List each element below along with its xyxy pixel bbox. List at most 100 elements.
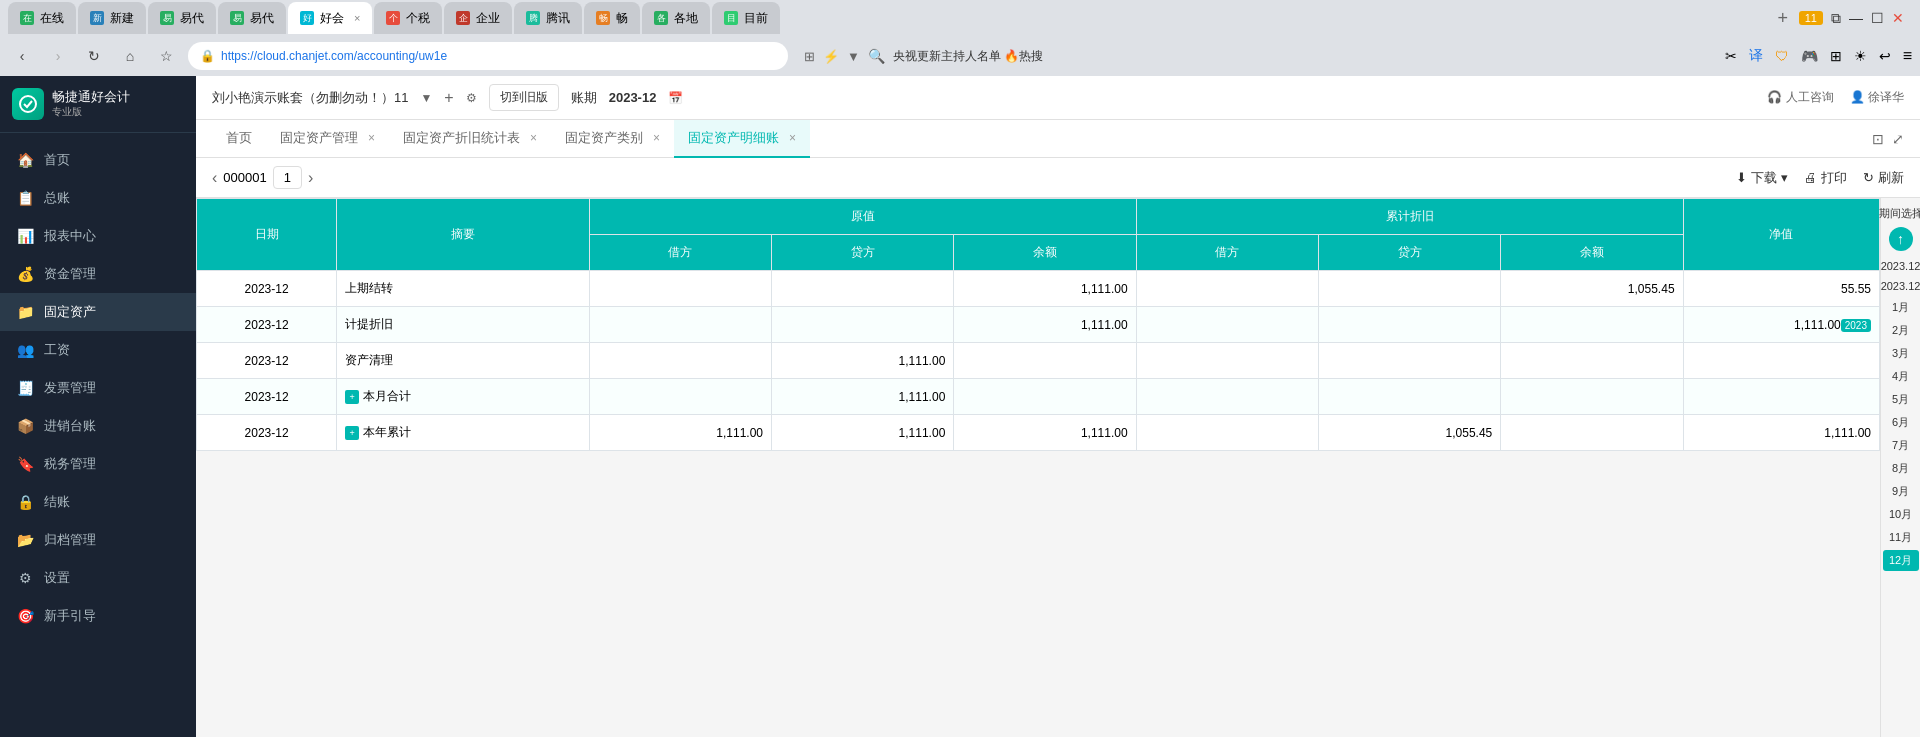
sidebar-item-payroll[interactable]: 👥工资 [0,331,196,369]
sidebar-item-tax[interactable]: 🔖税务管理 [0,445,196,483]
page-tab-fixed-asset-detail[interactable]: 固定资产明细账× [674,120,810,158]
home-button[interactable]: ⌂ [116,42,144,70]
page-tab-close-fixed-asset-mgmt[interactable]: × [368,131,375,145]
sidebar-subtitle: 专业版 [52,105,130,119]
window-minimize[interactable]: — [1849,10,1863,26]
col-orig-credit: 贷方 [772,235,954,271]
window-close[interactable]: ✕ [1892,10,1904,26]
period-item-6[interactable]: 5月 [1888,389,1913,410]
period-item-4[interactable]: 3月 [1888,343,1913,364]
sidebar-item-purchase-sales[interactable]: 📦进销台账 [0,407,196,445]
new-tab-button[interactable]: + [1769,4,1797,32]
forward-button[interactable]: › [44,42,72,70]
back-history-icon[interactable]: ↩ [1879,48,1891,64]
refresh-button[interactable]: ↻ 刷新 [1863,169,1904,187]
tab-fullscreen-exit[interactable]: ⊡ [1872,131,1884,147]
period-item-2[interactable]: 1月 [1888,297,1913,318]
sidebar-item-guide[interactable]: 🎯新手引导 [0,597,196,635]
menu-icon[interactable]: ≡ [1903,47,1912,65]
page-tab-close-fixed-asset-depr-stat[interactable]: × [530,131,537,145]
address-extra-icon1[interactable]: ⊞ [804,49,815,64]
period-item-0[interactable]: 2023.12 [1877,257,1920,275]
add-icon[interactable]: + [444,89,453,107]
page-tab-fixed-asset-mgmt[interactable]: 固定资产管理× [266,120,389,158]
page-tab-close-fixed-asset-detail[interactable]: × [789,131,796,145]
back-button[interactable]: ‹ [8,42,36,70]
period-item-12[interactable]: 11月 [1885,527,1916,548]
table-cell: 2023-12 [197,271,337,307]
period-item-11[interactable]: 10月 [1885,504,1916,525]
account-dropdown[interactable]: ▼ [420,91,432,105]
tab-close-haohao[interactable]: × [354,12,360,24]
sidebar-item-ledger[interactable]: 📋总账 [0,179,196,217]
address-extra-icon2[interactable]: ⚡ [823,49,839,64]
period-item-7[interactable]: 6月 [1888,412,1913,433]
browser-window-controls: 11 ⧉ — ☐ ✕ [1799,10,1912,27]
sidebar-item-settings[interactable]: ⚙设置 [0,559,196,597]
next-page-button[interactable]: › [308,169,313,187]
page-tab-fixed-asset-category[interactable]: 固定资产类别× [551,120,674,158]
translate-icon[interactable]: 译 [1749,47,1763,65]
download-button[interactable]: ⬇ 下载 ▾ [1736,169,1788,187]
browser-tab-mubiao[interactable]: 目目前 [712,2,780,34]
print-button[interactable]: 🖨 打印 [1804,169,1847,187]
address-dropdown[interactable]: ▼ [847,49,860,64]
bookmark-button[interactable]: ☆ [152,42,180,70]
window-maximize[interactable]: ☐ [1871,10,1884,26]
table-cell [589,379,771,415]
sidebar-item-funds[interactable]: 💰资金管理 [0,255,196,293]
prev-page-button[interactable]: ‹ [212,169,217,187]
period-item-9[interactable]: 8月 [1888,458,1913,479]
period-item-5[interactable]: 4月 [1888,366,1913,387]
scissors-icon[interactable]: ✂ [1725,48,1737,64]
refresh-button[interactable]: ↻ [80,42,108,70]
search-text[interactable]: 央视更新主持人名单 🔥热搜 [893,48,1043,65]
tab-favicon-qiye: 企 [456,11,470,25]
page-tab-fixed-asset-depr-stat[interactable]: 固定资产折旧统计表× [389,120,551,158]
sidebar-item-archive[interactable]: 📂归档管理 [0,521,196,559]
sidebar-item-invoice[interactable]: 🧾发票管理 [0,369,196,407]
period-item-13[interactable]: 12月 [1883,550,1919,571]
page-tab-close-fixed-asset-category[interactable]: × [653,131,660,145]
table-cell [772,271,954,307]
customer-service[interactable]: 🎧 人工咨询 [1767,89,1833,106]
user-avatar[interactable]: 👤 徐译华 [1850,89,1904,106]
browser-tab-yidai2[interactable]: 易易代 [218,2,286,34]
browser-tab-gedi[interactable]: 各各地 [642,2,710,34]
sidebar-item-reports[interactable]: 📊报表中心 [0,217,196,255]
extension-icon2[interactable]: 🎮 [1801,48,1818,64]
settings-icon[interactable]: ⚙ [466,91,477,105]
browser-tab-geshui[interactable]: 个个税 [374,2,442,34]
window-restore[interactable]: ⧉ [1831,10,1841,27]
sidebar-item-fixed-assets[interactable]: 📁固定资产 [0,293,196,331]
address-input[interactable]: 🔒 https://cloud.chanjet.com/accounting/u… [188,42,788,70]
browser-tab-xin[interactable]: 新新建 [78,2,146,34]
page-tab-home[interactable]: 首页 [212,120,266,158]
scroll-up-button[interactable]: ↑ [1889,227,1913,251]
period-item-3[interactable]: 2月 [1888,320,1913,341]
browser-tab-yidai1[interactable]: 易易代 [148,2,216,34]
browser-tab-zaixian[interactable]: 在在线 [8,2,76,34]
period-item-10[interactable]: 9月 [1888,481,1913,502]
switch-version-button[interactable]: 切到旧版 [489,84,559,111]
browser-tab-chang[interactable]: 畅畅 [584,2,640,34]
sidebar-item-home[interactable]: 🏠首页 [0,141,196,179]
nav-label-purchase-sales: 进销台账 [44,417,96,435]
nav-label-ledger: 总账 [44,189,70,207]
browser-tab-qiye[interactable]: 企企业 [444,2,512,34]
browser-tab-haohao[interactable]: 好好会× [288,2,372,34]
browser-tab-tengxun[interactable]: 腾腾讯 [514,2,582,34]
table-cell [1136,343,1318,379]
main-content: 刘小艳演示账套（勿删勿动！）11 ▼ + ⚙ 切到旧版 账期 2023-12 📅… [196,76,1920,737]
extension-icon1[interactable]: 🛡 [1775,48,1789,64]
brightness-icon[interactable]: ☀ [1854,48,1867,64]
period-item-1[interactable]: 2023.12 [1877,277,1920,295]
sidebar-item-closing[interactable]: 🔒结账 [0,483,196,521]
table-cell-net-value: 1,111.002023 [1683,307,1879,343]
calendar-icon[interactable]: 📅 [668,91,683,105]
tab-expand[interactable]: ⤢ [1892,131,1904,147]
table-cell [1318,379,1500,415]
download-dropdown[interactable]: ▾ [1781,170,1788,185]
apps-icon[interactable]: ⊞ [1830,48,1842,64]
period-item-8[interactable]: 7月 [1888,435,1913,456]
